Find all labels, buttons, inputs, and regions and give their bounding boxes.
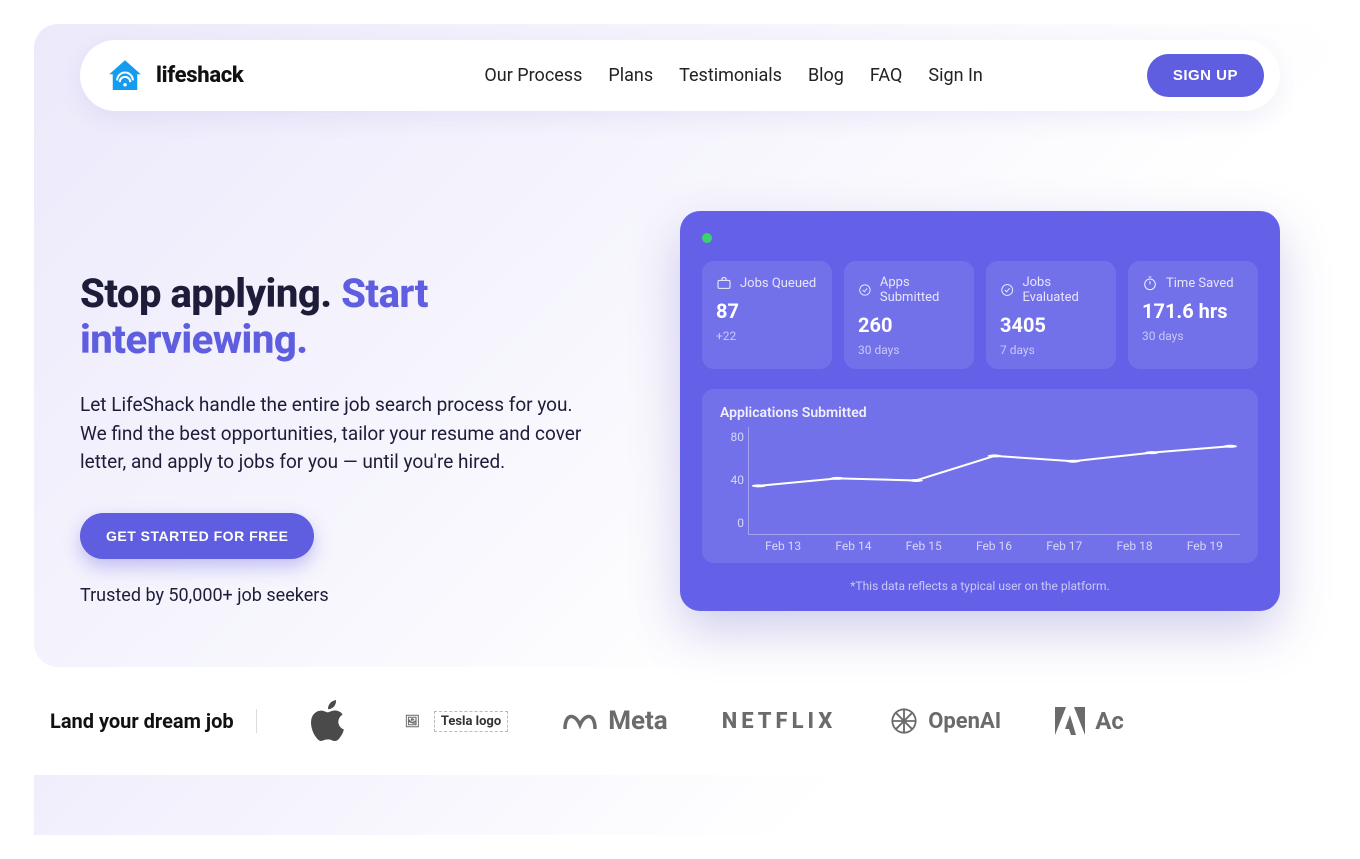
x-tick: Feb 19 <box>1170 539 1240 553</box>
y-tick: 80 <box>731 430 745 444</box>
hero-copy: Stop applying. Start interviewing. Let L… <box>80 211 640 606</box>
hero-subtext: Let LifeShack handle the entire job sear… <box>80 391 600 477</box>
nav-link-process[interactable]: Our Process <box>484 65 582 86</box>
stat-time-saved: Time Saved 171.6 hrs 30 days <box>1128 261 1258 369</box>
x-tick: Feb 13 <box>748 539 818 553</box>
stat-label: Jobs Queued <box>740 276 816 291</box>
brand[interactable]: lifeshack <box>104 55 244 97</box>
openai-text: OpenAI <box>928 709 1001 734</box>
status-dot-icon <box>702 233 712 243</box>
chart-disclaimer: *This data reflects a typical user on th… <box>702 579 1258 593</box>
hero-headline: Stop applying. Start interviewing. <box>80 271 640 363</box>
meta-text: Meta <box>608 706 668 736</box>
stat-label: Time Saved <box>1166 276 1234 291</box>
stat-jobs-queued: Jobs Queued 87 +22 <box>702 261 832 369</box>
y-tick: 40 <box>731 473 745 487</box>
logos-label: Land your dream job <box>50 709 257 733</box>
openai-icon <box>890 707 918 735</box>
x-tick: Feb 17 <box>1029 539 1099 553</box>
netflix-text: NETFLIX <box>722 709 837 734</box>
check-circle-icon <box>858 282 872 298</box>
x-tick: Feb 16 <box>959 539 1029 553</box>
broken-image-icon: 🖼 <box>405 714 420 728</box>
briefcase-icon <box>716 275 732 291</box>
brand-name: lifeshack <box>156 63 244 88</box>
stopwatch-icon <box>1142 275 1158 291</box>
stat-sub: 30 days <box>858 343 960 357</box>
logo-adobe: Ac <box>1055 707 1124 735</box>
nav-link-plans[interactable]: Plans <box>608 65 653 86</box>
trusted-text: Trusted by 50,000+ job seekers <box>80 585 640 606</box>
bottom-gradient <box>34 775 1326 835</box>
chart-plot <box>748 427 1240 535</box>
meta-icon <box>562 709 598 733</box>
apple-icon <box>311 697 351 745</box>
stats-row: Jobs Queued 87 +22 Apps Submitted 260 30… <box>702 261 1258 369</box>
chart-title: Applications Submitted <box>720 405 1240 421</box>
get-started-button[interactable]: GET STARTED FOR FREE <box>80 513 314 559</box>
nav-link-signin[interactable]: Sign In <box>928 65 982 86</box>
stat-value: 171.6 hrs <box>1142 299 1244 323</box>
headline-plain: Stop applying. <box>80 270 341 317</box>
line-chart-icon <box>749 427 1240 534</box>
hero-section: lifeshack Our Process Plans Testimonials… <box>34 24 1326 667</box>
nav-link-testimonials[interactable]: Testimonials <box>679 65 782 86</box>
stat-sub: 30 days <box>1142 329 1244 343</box>
navbar: lifeshack Our Process Plans Testimonials… <box>80 40 1280 111</box>
y-axis: 80 40 0 <box>720 427 748 535</box>
stat-label: Apps Submitted <box>880 275 960 305</box>
stat-apps-submitted: Apps Submitted 260 30 days <box>844 261 974 369</box>
logo-tesla: 🖼 Tesla logo <box>405 711 509 732</box>
stat-label: Jobs Evaluated <box>1022 275 1102 305</box>
brand-logo-icon <box>104 55 146 97</box>
company-logos-row: Land your dream job 🖼 Tesla logo Meta NE… <box>34 667 1326 775</box>
chart-card: Applications Submitted 80 40 0 Feb 13 <box>702 389 1258 563</box>
x-tick: Feb 14 <box>818 539 888 553</box>
signup-button[interactable]: SIGN UP <box>1147 54 1264 97</box>
nav-link-blog[interactable]: Blog <box>808 65 844 86</box>
dashboard-preview: Jobs Queued 87 +22 Apps Submitted 260 30… <box>680 211 1280 611</box>
nav-link-faq[interactable]: FAQ <box>870 65 902 86</box>
stat-sub: 7 days <box>1000 343 1102 357</box>
y-tick: 0 <box>737 516 744 530</box>
stat-value: 3405 <box>1000 313 1102 337</box>
x-tick: Feb 18 <box>1099 539 1169 553</box>
stat-value: 260 <box>858 313 960 337</box>
stat-value: 87 <box>716 299 818 323</box>
stat-jobs-evaluated: Jobs Evaluated 3405 7 days <box>986 261 1116 369</box>
logo-meta: Meta <box>562 706 668 736</box>
logo-openai: OpenAI <box>890 707 1001 735</box>
x-tick: Feb 15 <box>889 539 959 553</box>
adobe-icon <box>1055 707 1085 735</box>
logo-apple <box>311 697 351 745</box>
stat-sub: +22 <box>716 329 818 343</box>
logo-netflix: NETFLIX <box>722 709 837 734</box>
tesla-alt-text: Tesla logo <box>434 711 508 732</box>
nav-links: Our Process Plans Testimonials Blog FAQ … <box>484 65 982 86</box>
check-circle-icon <box>1000 282 1014 298</box>
x-axis: Feb 13 Feb 14 Feb 15 Feb 16 Feb 17 Feb 1… <box>748 539 1240 553</box>
adobe-text: Ac <box>1095 707 1124 735</box>
